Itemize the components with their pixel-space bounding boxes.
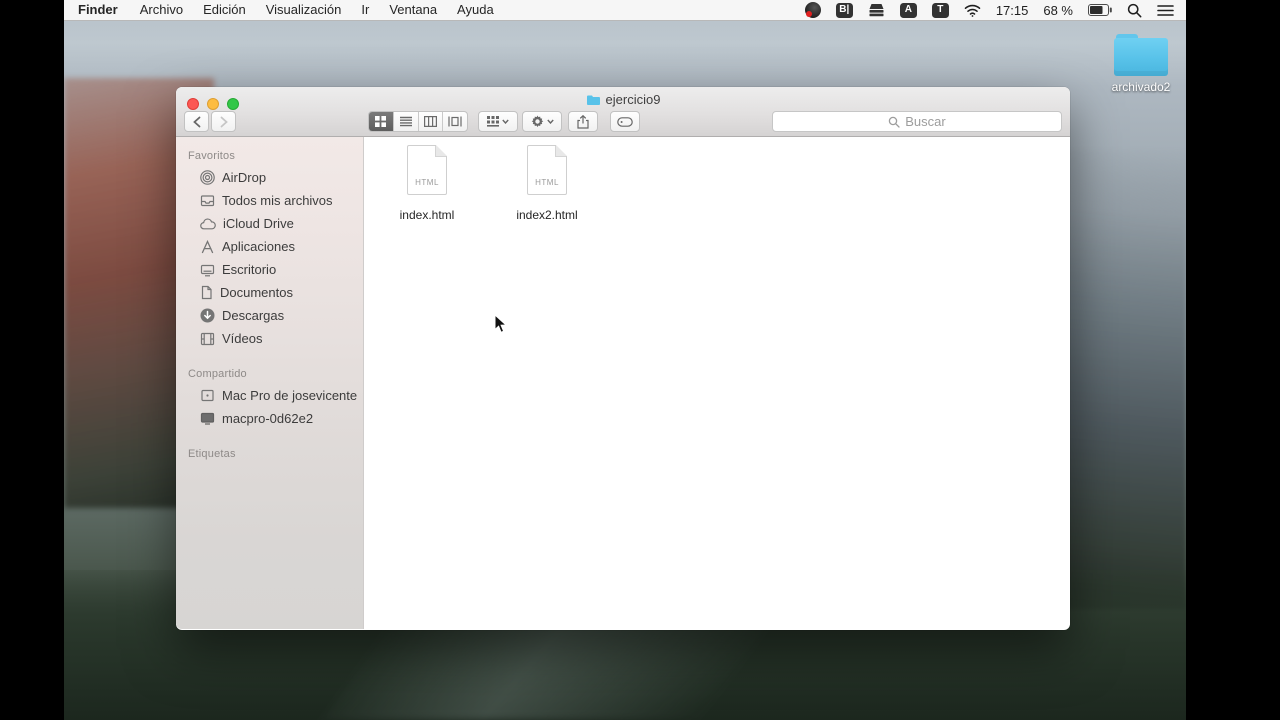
b-app-icon[interactable]: B|	[835, 2, 853, 18]
sidebar-item-macpro-0d62e2[interactable]: macpro-0d62e2	[176, 407, 363, 430]
all-files-icon	[200, 195, 215, 207]
sidebar-item-label: Descargas	[222, 308, 285, 323]
menu-finder[interactable]: Finder	[78, 0, 130, 20]
column-view-button[interactable]	[419, 112, 444, 131]
screen: Finder Archivo Edición Visualización Ir …	[64, 0, 1186, 720]
sidebar-item-label: Todos mis archivos	[222, 193, 333, 208]
sidebar-item-label: Mac Pro de josevicente	[222, 388, 358, 403]
sidebar-item-icloud-drive[interactable]: iCloud Drive	[176, 212, 363, 235]
arrange-button[interactable]	[478, 111, 518, 132]
desktop-folder-archivado2[interactable]: archivado2	[1104, 34, 1178, 94]
desktop-icon	[200, 264, 215, 276]
window-title-text: ejercicio9	[605, 92, 661, 107]
sidebar-section-favoritos: Favoritos	[188, 150, 236, 162]
file-browser-content[interactable]: HTML index.html HTML index2.html	[364, 137, 1070, 629]
documents-icon	[201, 285, 212, 300]
coverflow-view-button[interactable]	[443, 112, 467, 131]
battery-icon[interactable]	[1088, 4, 1112, 16]
window-title: ejercicio9	[176, 92, 1070, 109]
menu-archivo[interactable]: Archivo	[130, 0, 193, 20]
airdrop-icon	[200, 170, 215, 185]
menu-ventana[interactable]: Ventana	[379, 0, 447, 20]
sidebar-item-label: Documentos	[220, 285, 293, 300]
file-index-html[interactable]: HTML index.html	[381, 145, 473, 222]
display-icon	[200, 412, 215, 425]
icloud-icon	[200, 217, 216, 229]
t-app-icon[interactable]: T	[931, 2, 949, 18]
file-name-label: index.html	[399, 208, 455, 222]
sidebar: Favoritos AirDrop Todos mis archivos iCl…	[176, 137, 364, 629]
menu-edicion[interactable]: Edición	[193, 0, 256, 20]
sidebar-item-videos[interactable]: Vídeos	[176, 327, 363, 350]
sidebar-item-label: iCloud Drive	[223, 216, 294, 231]
applications-icon	[201, 239, 214, 253]
sidebar-item-documentos[interactable]: Documentos	[176, 281, 363, 304]
menu-visualizacion[interactable]: Visualización	[256, 0, 352, 20]
back-button[interactable]	[184, 111, 209, 132]
sidebar-item-label: Escritorio	[222, 262, 277, 277]
html-file-icon: HTML	[527, 145, 567, 195]
sidebar-item-todos-mis-archivos[interactable]: Todos mis archivos	[176, 189, 363, 212]
sidebar-item-label: Vídeos	[222, 331, 263, 346]
menu-ir[interactable]: Ir	[351, 0, 379, 20]
sidebar-item-escritorio[interactable]: Escritorio	[176, 258, 363, 281]
window-body: Favoritos AirDrop Todos mis archivos iCl…	[176, 137, 1070, 629]
videos-icon	[200, 332, 215, 345]
file-index2-html[interactable]: HTML index2.html	[501, 145, 593, 222]
toolbar: Buscar	[176, 111, 1070, 133]
sidebar-item-label: AirDrop	[222, 170, 267, 185]
sidebar-item-label: macpro-0d62e2	[222, 411, 314, 426]
sidebar-item-descargas[interactable]: Descargas	[176, 304, 363, 327]
window-titlebar[interactable]: ejercicio9 Buscar	[176, 87, 1070, 137]
notification-center-icon[interactable]	[1157, 4, 1174, 17]
sidebar-item-label: Aplicaciones	[222, 239, 295, 254]
search-field[interactable]: Buscar	[772, 111, 1062, 132]
icon-view-button[interactable]	[369, 112, 394, 131]
list-view-button[interactable]	[394, 112, 419, 131]
mouse-cursor	[494, 313, 508, 339]
menu-bar: Finder Archivo Edición Visualización Ir …	[64, 0, 1186, 21]
desktop-folder-label: archivado2	[1111, 80, 1171, 94]
folder-icon	[586, 94, 601, 109]
finder-window: ejercicio9 Buscar Favoritos AirDrop Todo…	[176, 87, 1070, 630]
search-placeholder: Buscar	[905, 114, 946, 129]
clock[interactable]: 17:15	[996, 3, 1029, 18]
tag-button[interactable]	[610, 111, 640, 132]
a-app-icon[interactable]: A	[899, 2, 917, 18]
stack-icon[interactable]	[868, 3, 885, 17]
share-button[interactable]	[568, 111, 598, 132]
forward-button[interactable]	[211, 111, 236, 132]
folder-icon	[1114, 34, 1168, 76]
spotlight-icon[interactable]	[1127, 3, 1142, 18]
view-switcher	[368, 111, 468, 132]
sidebar-item-macpro-josevicente[interactable]: Mac Pro de josevicente	[176, 384, 363, 407]
sidebar-section-compartido: Compartido	[188, 368, 247, 380]
sidebar-item-aplicaciones[interactable]: Aplicaciones	[176, 235, 363, 258]
wifi-icon[interactable]	[964, 4, 981, 17]
file-name-label: index2.html	[516, 208, 578, 222]
search-icon	[889, 116, 900, 128]
shared-mac-icon	[201, 389, 214, 402]
downloads-icon	[200, 308, 215, 323]
status-area: B| A T 17:15 68 %	[804, 2, 1186, 18]
battery-percentage: 68 %	[1043, 2, 1073, 18]
file-kind-badge: HTML	[535, 178, 559, 187]
actions-gear-button[interactable]	[522, 111, 562, 132]
file-kind-badge: HTML	[415, 178, 439, 187]
sidebar-item-airdrop[interactable]: AirDrop	[176, 166, 363, 189]
recorder-icon[interactable]	[804, 2, 821, 18]
menu-ayuda[interactable]: Ayuda	[447, 0, 504, 20]
menu-list: Finder Archivo Edición Visualización Ir …	[64, 0, 504, 20]
html-file-icon: HTML	[407, 145, 447, 195]
sidebar-section-etiquetas: Etiquetas	[188, 448, 236, 460]
